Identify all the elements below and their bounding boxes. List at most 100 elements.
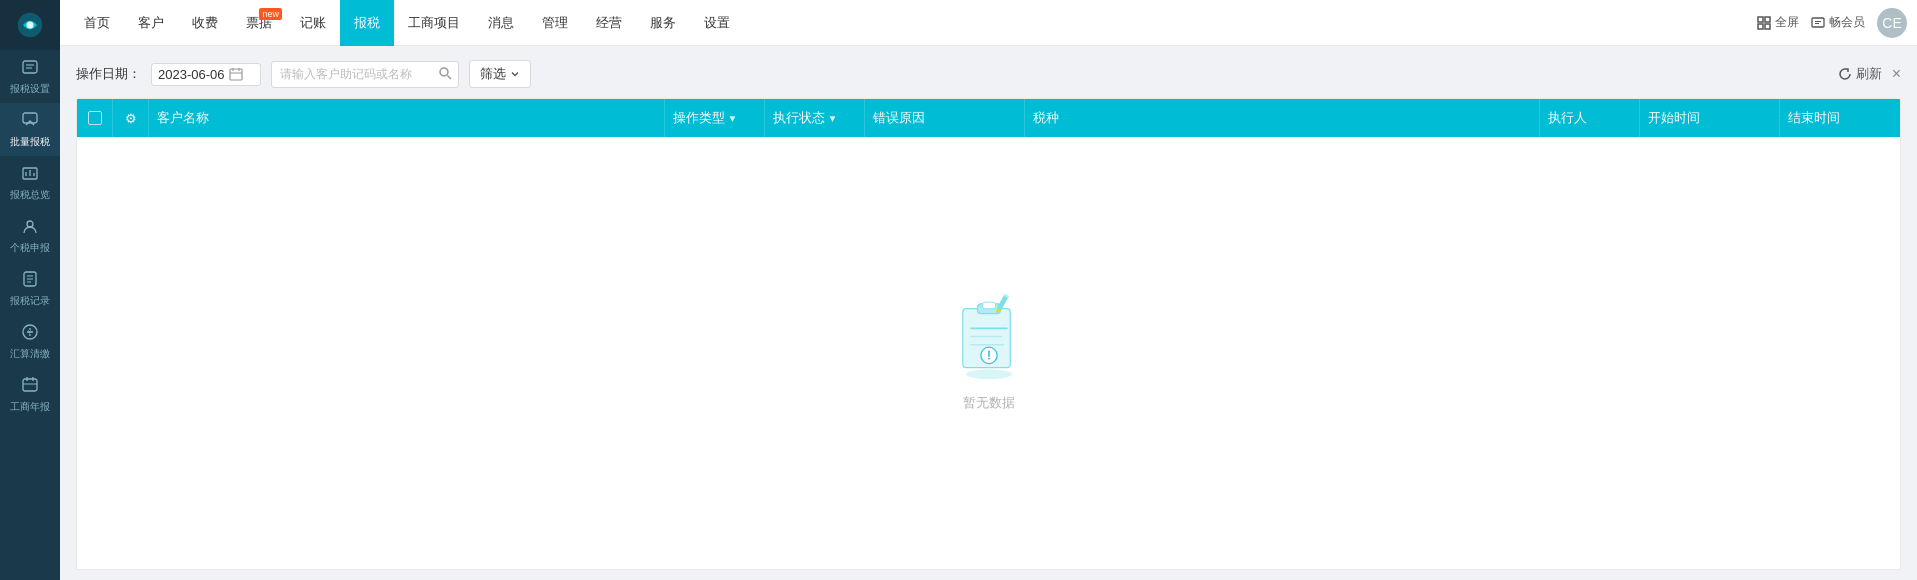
th-exec-status[interactable]: 执行状态 ▼ xyxy=(765,99,865,137)
avatar[interactable]: CE xyxy=(1877,8,1907,38)
th-exec-label: 执行状态 xyxy=(773,109,825,127)
th-error-reason: 错误原因 xyxy=(865,99,1025,137)
th-executor-label: 执行人 xyxy=(1548,109,1587,127)
topnav-item-services[interactable]: 服务 xyxy=(636,0,690,46)
svg-point-32 xyxy=(440,68,448,76)
topnav-item-customers[interactable]: 客户 xyxy=(124,0,178,46)
individual-tax-icon xyxy=(21,217,39,239)
th-end-label: 结束时间 xyxy=(1788,109,1840,127)
sidebar-item-tax-records[interactable]: 报税记录 xyxy=(0,262,60,315)
search-box xyxy=(271,61,459,88)
sort-icon-operation: ▼ xyxy=(728,113,738,124)
sidebar-label-settlement: 汇算清缴 xyxy=(10,348,50,360)
table-body: 暂无数据 xyxy=(77,137,1900,569)
topnav: 首页 客户收费票据new记账报税 工商项目 消息 管理经营服务设置 全屏 畅会员 xyxy=(60,0,1917,46)
topnav-label-services: 服务 xyxy=(650,14,676,32)
sort-icon-exec: ▼ xyxy=(828,113,838,124)
th-operation-label: 操作类型 xyxy=(673,109,725,127)
main-area: 首页 客户收费票据new记账报税 工商项目 消息 管理经营服务设置 全屏 畅会员 xyxy=(60,0,1917,580)
topnav-item-management[interactable]: 管理 xyxy=(528,0,582,46)
sidebar-logo xyxy=(0,0,60,50)
refresh-icon xyxy=(1838,67,1852,81)
sidebar-label-batch-tax: 批量报税 xyxy=(10,136,50,148)
member-label: 畅会员 xyxy=(1829,14,1865,31)
empty-illustration xyxy=(944,294,1034,384)
data-table: ⚙ 客户名称 操作类型 ▼ 执行状态 ▼ 错误原因 xyxy=(76,98,1901,570)
svg-rect-28 xyxy=(230,69,242,80)
toolbar-right: 刷新 × xyxy=(1838,65,1901,83)
sidebar-item-tax-overview[interactable]: 报税总览 xyxy=(0,156,60,209)
topnav-label-home: 首页 xyxy=(84,14,110,32)
search-icon xyxy=(438,66,452,80)
refresh-label: 刷新 xyxy=(1856,65,1882,83)
date-label: 操作日期： xyxy=(76,65,141,83)
badge-new-invoices: new xyxy=(259,8,282,21)
topnav-item-messages[interactable]: 消息 xyxy=(474,0,528,46)
th-tax-label: 税种 xyxy=(1033,109,1059,127)
svg-rect-24 xyxy=(1765,24,1770,29)
sidebar-label-tax-overview: 报税总览 xyxy=(10,189,50,201)
topnav-item-accounting[interactable]: 记账 xyxy=(286,0,340,46)
th-settings[interactable]: ⚙ xyxy=(113,99,149,137)
topnav-right: 全屏 畅会员 CE xyxy=(1757,8,1907,38)
svg-point-43 xyxy=(988,358,990,360)
sidebar-item-settlement[interactable]: ¥ 汇算清缴 xyxy=(0,315,60,368)
th-checkbox[interactable] xyxy=(77,99,113,137)
fullscreen-button[interactable]: 全屏 xyxy=(1757,14,1799,31)
sidebar-label-tax-settings: 报税设置 xyxy=(10,83,50,95)
content: 操作日期： 2023-06-06 xyxy=(60,46,1917,580)
date-value: 2023-06-06 xyxy=(158,67,225,82)
topnav-label-business: 工商项目 xyxy=(408,14,460,32)
sidebar-label-annual-report: 工商年报 xyxy=(10,401,50,413)
svg-text:¥: ¥ xyxy=(28,329,31,335)
sidebar-item-annual-report[interactable]: 工商年报 xyxy=(0,368,60,421)
sidebar-item-individual-tax[interactable]: 个税申报 xyxy=(0,209,60,262)
empty-text: 暂无数据 xyxy=(963,394,1015,412)
filter-button[interactable]: 筛选 xyxy=(469,60,531,88)
date-input[interactable]: 2023-06-06 xyxy=(151,63,261,86)
svg-rect-2 xyxy=(23,61,37,73)
topnav-label-messages: 消息 xyxy=(488,14,514,32)
svg-rect-23 xyxy=(1758,24,1763,29)
topnav-item-tax[interactable]: 报税 xyxy=(340,0,394,46)
sidebar-item-batch-tax[interactable]: 批量报税 xyxy=(0,103,60,156)
svg-point-1 xyxy=(27,22,34,29)
topnav-label-management: 管理 xyxy=(542,14,568,32)
search-button[interactable] xyxy=(432,62,458,87)
settlement-icon: ¥ xyxy=(21,323,39,345)
close-icon: × xyxy=(1892,65,1901,82)
annual-report-icon xyxy=(21,376,39,398)
sidebar: 报税设置 批量报税 报税总览 个税申报 报税记录 ¥ 汇算清缴 工商年报 xyxy=(0,0,60,580)
topnav-item-billing[interactable]: 收费 xyxy=(178,0,232,46)
th-customer-name: 客户名称 xyxy=(149,99,665,137)
page-content: 操作日期： 2023-06-06 xyxy=(60,46,1917,580)
refresh-button[interactable]: 刷新 xyxy=(1838,65,1882,83)
table-header: ⚙ 客户名称 操作类型 ▼ 执行状态 ▼ 错误原因 xyxy=(77,99,1900,137)
topnav-item-business[interactable]: 工商项目 xyxy=(394,0,474,46)
th-executor: 执行人 xyxy=(1540,99,1640,137)
close-button[interactable]: × xyxy=(1892,65,1901,83)
svg-point-34 xyxy=(966,369,1012,379)
sidebar-label-individual-tax: 个税申报 xyxy=(10,242,50,254)
topnav-item-settings[interactable]: 设置 xyxy=(690,0,744,46)
sidebar-item-tax-settings[interactable]: 报税设置 xyxy=(0,50,60,103)
topnav-item-invoices[interactable]: 票据new xyxy=(232,0,286,46)
topnav-item-home[interactable]: 首页 xyxy=(70,0,124,46)
th-tax-type: 税种 xyxy=(1025,99,1541,137)
topnav-item-operations[interactable]: 经营 xyxy=(582,0,636,46)
member-button[interactable]: 畅会员 xyxy=(1811,14,1865,31)
svg-rect-25 xyxy=(1812,18,1824,27)
svg-rect-17 xyxy=(23,379,37,391)
svg-line-33 xyxy=(448,75,452,79)
th-operation-type[interactable]: 操作类型 ▼ xyxy=(665,99,765,137)
chevron-down-icon xyxy=(510,69,520,79)
select-all-checkbox[interactable] xyxy=(88,111,102,125)
toolbar: 操作日期： 2023-06-06 xyxy=(76,60,1901,88)
topnav-label-customers: 客户 xyxy=(138,14,164,32)
search-input[interactable] xyxy=(272,63,432,85)
filter-label: 筛选 xyxy=(480,65,506,83)
member-icon xyxy=(1811,16,1825,30)
topnav-label-tax: 报税 xyxy=(354,14,380,32)
sidebar-label-tax-records: 报税记录 xyxy=(10,295,50,307)
topnav-items: 首页 客户收费票据new记账报税 工商项目 消息 管理经营服务设置 xyxy=(70,0,1757,46)
